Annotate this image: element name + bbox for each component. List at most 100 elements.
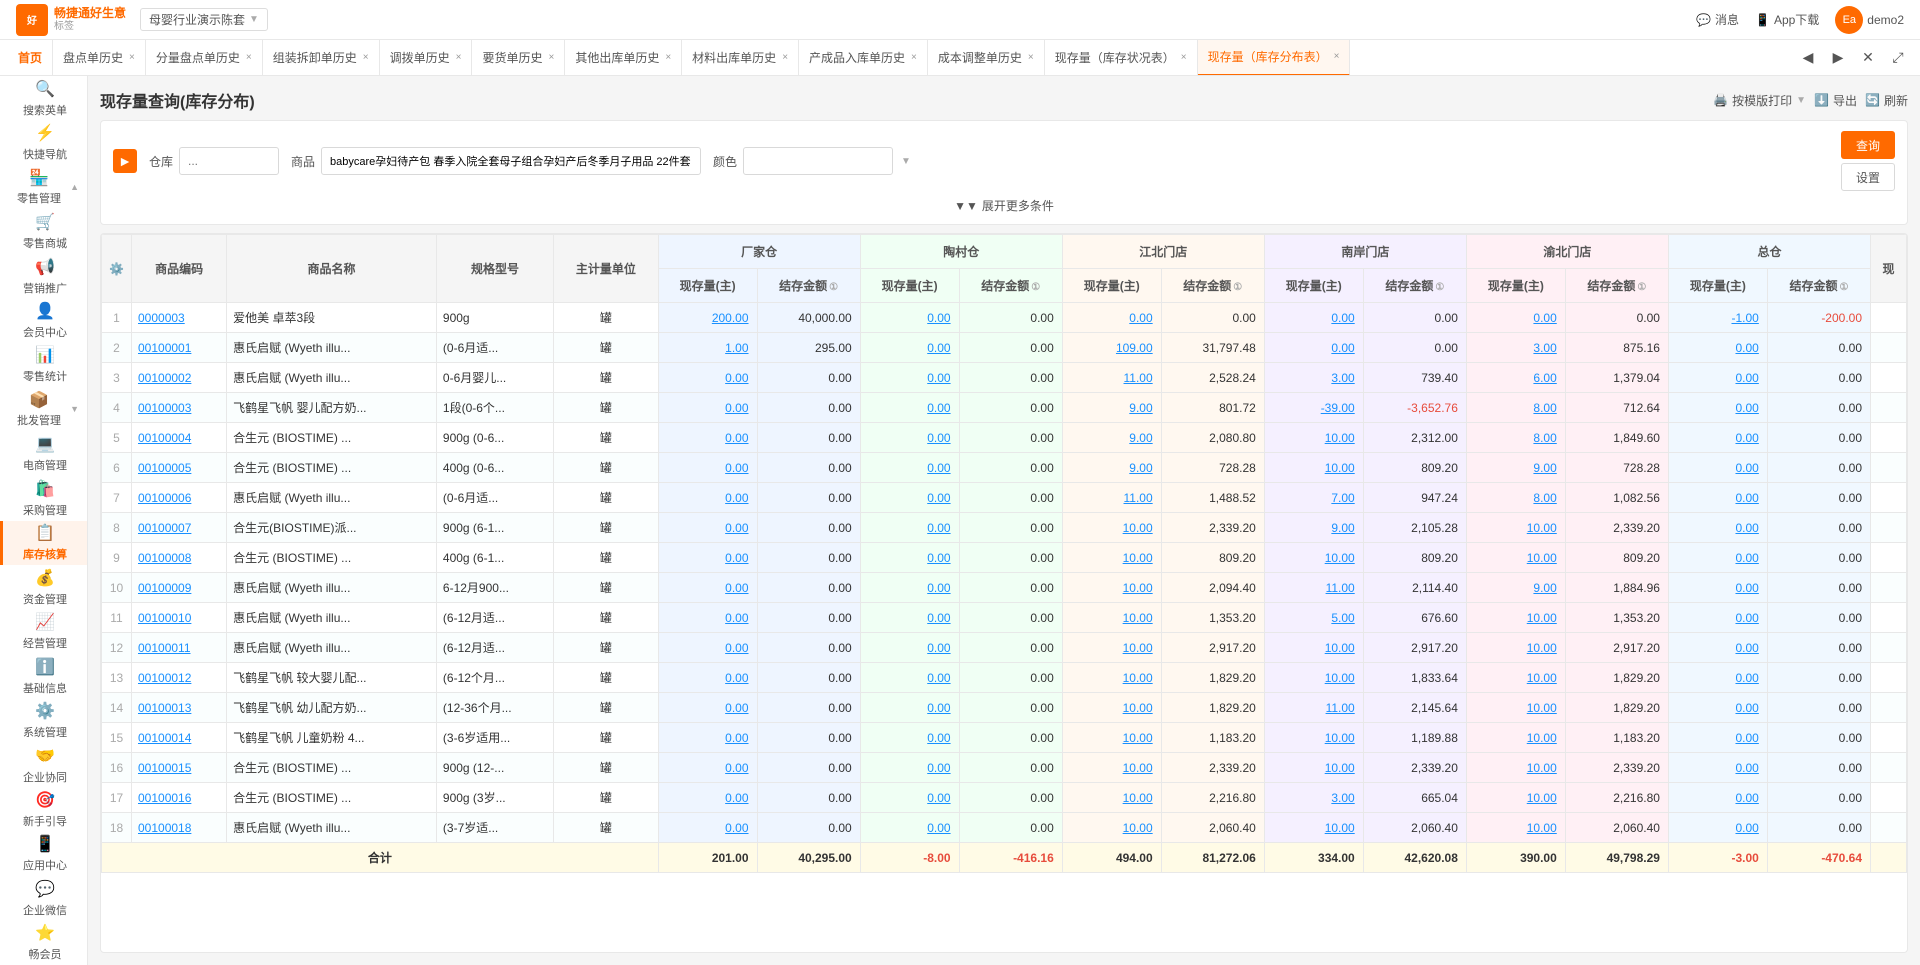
row-code[interactable]: 0000003	[132, 303, 227, 333]
tab-assembly-history[interactable]: 组装拆卸单历史 ×	[263, 40, 380, 76]
row-code[interactable]: 00100003	[132, 393, 227, 423]
row-f-qty[interactable]: 0.00	[658, 693, 757, 723]
row-y-qty[interactable]: 10.00	[1466, 693, 1565, 723]
row-total-qty[interactable]: -1.00	[1668, 303, 1767, 333]
row-y-qty[interactable]: 10.00	[1466, 753, 1565, 783]
close-icon[interactable]: ×	[782, 52, 788, 63]
row-n-qty[interactable]: 3.00	[1264, 363, 1363, 393]
row-y-qty[interactable]: 10.00	[1466, 513, 1565, 543]
row-f-qty[interactable]: 0.00	[658, 543, 757, 573]
row-total-qty[interactable]: 0.00	[1668, 603, 1767, 633]
row-code[interactable]: 00100014	[132, 723, 227, 753]
close-icon[interactable]: ×	[363, 52, 369, 63]
row-t-qty[interactable]: 0.00	[860, 333, 959, 363]
tab-transfer-history[interactable]: 调拨单历史 ×	[380, 40, 473, 76]
row-t-qty[interactable]: 0.00	[860, 663, 959, 693]
row-f-qty[interactable]: 0.00	[658, 363, 757, 393]
row-t-qty[interactable]: 0.00	[860, 363, 959, 393]
row-n-qty[interactable]: 5.00	[1264, 603, 1363, 633]
row-y-qty[interactable]: 8.00	[1466, 423, 1565, 453]
row-j-qty[interactable]: 10.00	[1062, 663, 1161, 693]
tab-outbound-history[interactable]: 其他出库单历史 ×	[565, 40, 682, 76]
row-n-qty[interactable]: 10.00	[1264, 453, 1363, 483]
row-j-qty[interactable]: 10.00	[1062, 723, 1161, 753]
row-y-qty[interactable]: 10.00	[1466, 633, 1565, 663]
row-total-qty[interactable]: 0.00	[1668, 813, 1767, 843]
sidebar-item-purchase[interactable]: 🛍️ 采购管理	[0, 476, 87, 520]
row-n-qty[interactable]: 0.00	[1264, 303, 1363, 333]
row-n-qty[interactable]: 3.00	[1264, 783, 1363, 813]
row-n-qty[interactable]: 10.00	[1264, 423, 1363, 453]
row-j-qty[interactable]: 10.00	[1062, 693, 1161, 723]
sidebar-item-retail-mgmt[interactable]: 🏪 零售管理 ▲	[0, 165, 87, 209]
close-icon[interactable]: ×	[1334, 51, 1340, 62]
row-t-qty[interactable]: 0.00	[860, 543, 959, 573]
row-y-qty[interactable]: 10.00	[1466, 783, 1565, 813]
sidebar-item-wholesale[interactable]: 📦 批发管理 ▼	[0, 387, 87, 431]
row-j-qty[interactable]: 10.00	[1062, 603, 1161, 633]
row-f-qty[interactable]: 0.00	[658, 573, 757, 603]
close-icon[interactable]: ×	[1181, 52, 1187, 63]
row-f-qty[interactable]: 0.00	[658, 423, 757, 453]
sidebar-item-guide[interactable]: 🎯 新手引导	[0, 787, 87, 831]
row-j-qty[interactable]: 10.00	[1062, 543, 1161, 573]
row-j-qty[interactable]: 10.00	[1062, 633, 1161, 663]
row-j-qty[interactable]: 11.00	[1062, 483, 1161, 513]
row-j-qty[interactable]: 10.00	[1062, 573, 1161, 603]
expand-btn[interactable]: ►	[113, 149, 137, 173]
row-total-qty[interactable]: 0.00	[1668, 693, 1767, 723]
row-total-qty[interactable]: 0.00	[1668, 333, 1767, 363]
row-code[interactable]: 00100007	[132, 513, 227, 543]
row-y-qty[interactable]: 0.00	[1466, 303, 1565, 333]
row-f-qty[interactable]: 0.00	[658, 753, 757, 783]
row-j-qty[interactable]: 109.00	[1062, 333, 1161, 363]
row-f-qty[interactable]: 0.00	[658, 453, 757, 483]
row-t-qty[interactable]: 0.00	[860, 483, 959, 513]
sidebar-item-nav[interactable]: ⚡ 快捷导航	[0, 120, 87, 164]
row-t-qty[interactable]: 0.00	[860, 753, 959, 783]
close-icon[interactable]: ×	[129, 52, 135, 63]
sidebar-item-collab[interactable]: 🤝 企业协同	[0, 743, 87, 787]
sidebar-item-apps[interactable]: 📱 应用中心	[0, 832, 87, 876]
row-y-qty[interactable]: 6.00	[1466, 363, 1565, 393]
row-j-qty[interactable]: 9.00	[1062, 423, 1161, 453]
tab-cost-adjust[interactable]: 成本调整单历史 ×	[928, 40, 1045, 76]
row-code[interactable]: 00100011	[132, 633, 227, 663]
tab-material-outbound[interactable]: 材料出库单历史 ×	[682, 40, 799, 76]
industry-dropdown[interactable]: 母婴行业演示陈套 ▼	[140, 8, 268, 31]
row-total-qty[interactable]: 0.00	[1668, 783, 1767, 813]
expand-conditions-btn[interactable]: ▼▼ 展开更多条件	[113, 197, 1895, 214]
row-total-qty[interactable]: 0.00	[1668, 543, 1767, 573]
row-code[interactable]: 00100006	[132, 483, 227, 513]
row-n-qty[interactable]: 10.00	[1264, 633, 1363, 663]
row-y-qty[interactable]: 9.00	[1466, 573, 1565, 603]
row-total-qty[interactable]: 0.00	[1668, 723, 1767, 753]
query-btn[interactable]: 查询	[1841, 131, 1895, 159]
row-total-qty[interactable]: 0.00	[1668, 423, 1767, 453]
row-n-qty[interactable]: -39.00	[1264, 393, 1363, 423]
row-f-qty[interactable]: 0.00	[658, 633, 757, 663]
close-icon[interactable]: ×	[548, 52, 554, 63]
gear-header[interactable]: ⚙️	[102, 235, 132, 303]
row-j-qty[interactable]: 9.00	[1062, 393, 1161, 423]
row-j-qty[interactable]: 11.00	[1062, 363, 1161, 393]
tab-inventory-history[interactable]: 盘点单历史 ×	[53, 40, 146, 76]
row-code[interactable]: 00100015	[132, 753, 227, 783]
row-j-qty[interactable]: 0.00	[1062, 303, 1161, 333]
close-icon[interactable]: ×	[665, 52, 671, 63]
row-n-qty[interactable]: 10.00	[1264, 813, 1363, 843]
row-n-qty[interactable]: 10.00	[1264, 663, 1363, 693]
row-y-qty[interactable]: 10.00	[1466, 543, 1565, 573]
tab-order-history[interactable]: 要货单历史 ×	[472, 40, 565, 76]
sidebar-item-member[interactable]: 👤 会员中心	[0, 298, 87, 342]
row-f-qty[interactable]: 200.00	[658, 303, 757, 333]
row-j-qty[interactable]: 9.00	[1062, 453, 1161, 483]
row-t-qty[interactable]: 0.00	[860, 303, 959, 333]
row-code[interactable]: 00100002	[132, 363, 227, 393]
tab-home[interactable]: 首页	[8, 40, 53, 76]
row-code[interactable]: 00100018	[132, 813, 227, 843]
row-t-qty[interactable]: 0.00	[860, 723, 959, 753]
row-j-qty[interactable]: 10.00	[1062, 813, 1161, 843]
row-f-qty[interactable]: 0.00	[658, 723, 757, 753]
app-download-btn[interactable]: 📱 App下载	[1755, 11, 1819, 28]
